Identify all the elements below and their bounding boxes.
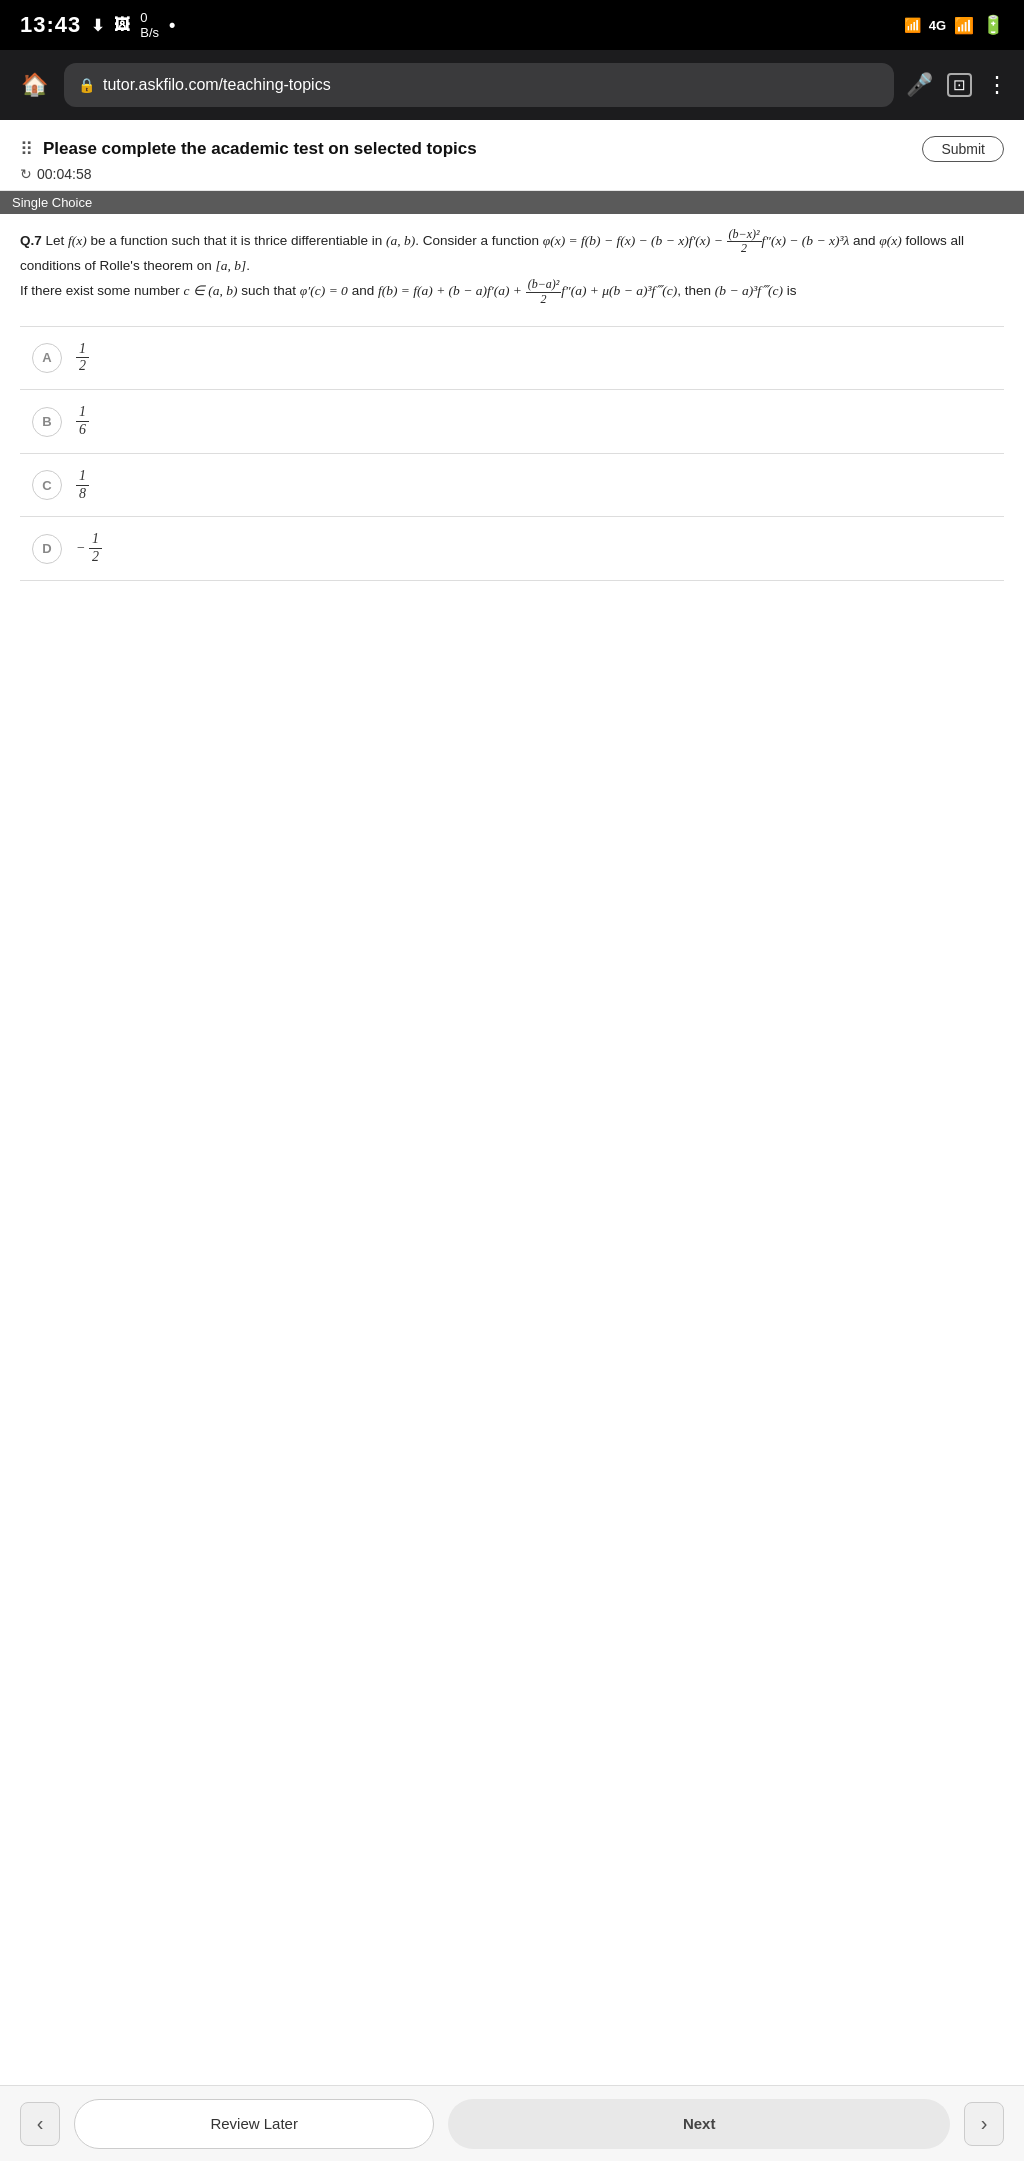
dot-indicator: • [169, 15, 175, 36]
question-area: Q.7 Let f(x) be a function such that it … [0, 214, 1024, 595]
option-b-text: 1 6 [76, 404, 89, 439]
options-list: A 1 2 B 1 6 [20, 326, 1004, 581]
browser-bar: 🏠 🔒 tutor.askfilo.com/teaching-topics 🎤 … [0, 50, 1024, 120]
url-text: tutor.askfilo.com/teaching-topics [103, 76, 331, 94]
option-c-circle: C [32, 470, 62, 500]
battery-icon: 🔋 [982, 14, 1004, 36]
option-b[interactable]: B 1 6 [20, 390, 1004, 454]
microphone-icon[interactable]: 🎤 [906, 72, 933, 98]
network-type: 4G [929, 18, 946, 33]
status-time: 13:43 [20, 12, 81, 38]
grid-icon: ⠿ [20, 138, 33, 160]
image-icon: 🖼 [114, 16, 130, 34]
bottom-nav: ‹ Review Later Next › [0, 2085, 1024, 2161]
review-later-button[interactable]: Review Later [74, 2099, 434, 2149]
question-number: Q.7 [20, 233, 42, 248]
question-text: Q.7 Let f(x) be a function such that it … [20, 228, 1004, 306]
forward-arrow[interactable]: › [964, 2102, 1004, 2146]
section-badge: Single Choice [0, 191, 1024, 214]
option-a-text: 1 2 [76, 341, 89, 376]
timer: ↻ 00:04:58 [20, 166, 1004, 182]
more-options-icon[interactable]: ⋮ [986, 72, 1008, 98]
page-header: ⠿ Please complete the academic test on s… [0, 120, 1024, 191]
bookmark-icon[interactable]: ⊡ [947, 73, 972, 97]
option-a-circle: A [32, 343, 62, 373]
wifi-icon: 📶 [954, 16, 974, 35]
url-bar[interactable]: 🔒 tutor.askfilo.com/teaching-topics [64, 63, 894, 107]
option-d[interactable]: D − 1 2 [20, 517, 1004, 581]
network-indicator: 0B/s [140, 10, 159, 40]
lock-icon: 🔒 [78, 77, 95, 93]
page-title: Please complete the academic test on sel… [43, 139, 477, 159]
download-icon: ⬇ [91, 16, 104, 35]
browser-home-button[interactable]: 🏠 [16, 67, 52, 103]
option-b-circle: B [32, 407, 62, 437]
signal-icon: 📶 [904, 17, 921, 33]
status-bar: 13:43 ⬇ 🖼 0B/s • 📶 4G 📶 🔋 [0, 0, 1024, 50]
back-arrow[interactable]: ‹ [20, 2102, 60, 2146]
option-c[interactable]: C 1 8 [20, 454, 1004, 518]
timer-icon: ↻ [20, 166, 32, 182]
submit-button[interactable]: Submit [922, 136, 1004, 162]
option-d-circle: D [32, 534, 62, 564]
option-a[interactable]: A 1 2 [20, 327, 1004, 391]
option-d-text: − 1 2 [76, 531, 102, 566]
option-c-text: 1 8 [76, 468, 89, 503]
timer-value: 00:04:58 [37, 166, 92, 182]
next-button[interactable]: Next [448, 2099, 950, 2149]
